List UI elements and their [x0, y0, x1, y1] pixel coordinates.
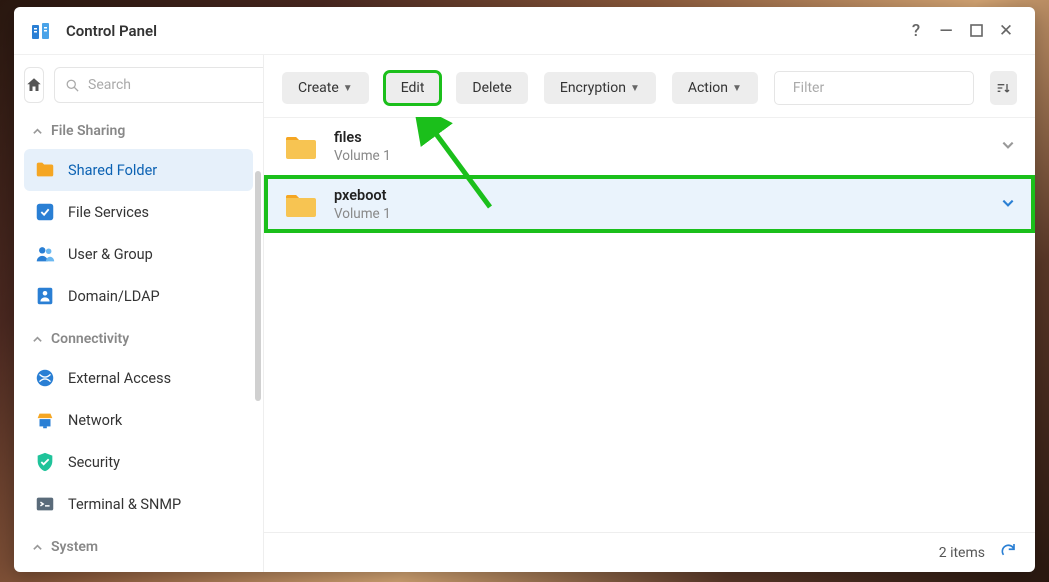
- sidebar-item-file-services[interactable]: File Services: [24, 191, 253, 233]
- sidebar: File Sharing Shared Folder File Services…: [14, 55, 264, 572]
- folder-row[interactable]: pxeboot Volume 1: [264, 175, 1035, 233]
- chevron-down-icon[interactable]: [1001, 138, 1015, 156]
- caret-down-icon: ▼: [343, 83, 353, 94]
- toolbar: Create ▼ Edit Delete Encryption ▼ Action: [264, 55, 1035, 117]
- control-panel-window: Control Panel ? — ✕ File Sharing: [14, 7, 1035, 572]
- item-count: 2 items: [939, 545, 985, 561]
- titlebar: Control Panel ? — ✕: [14, 7, 1035, 55]
- create-button[interactable]: Create ▼: [282, 72, 369, 104]
- sidebar-search[interactable]: [54, 67, 264, 103]
- status-bar: 2 items: [264, 532, 1035, 572]
- section-system[interactable]: System: [24, 525, 253, 565]
- sidebar-item-network[interactable]: Network: [24, 399, 253, 441]
- terminal-icon: [34, 493, 56, 515]
- search-icon: [65, 78, 80, 93]
- refresh-button[interactable]: [999, 541, 1017, 564]
- caret-down-icon: ▼: [630, 83, 640, 94]
- folder-name: pxeboot: [334, 187, 985, 204]
- network-icon: [34, 409, 56, 431]
- sidebar-item-shared-folder[interactable]: Shared Folder: [24, 149, 253, 191]
- caret-down-icon: ▼: [732, 83, 742, 94]
- sidebar-item-domain-ldap[interactable]: Domain/LDAP: [24, 275, 253, 317]
- sidebar-item-label: Terminal & SNMP: [68, 496, 181, 513]
- window-title: Control Panel: [66, 22, 901, 40]
- action-button[interactable]: Action ▼: [672, 72, 758, 104]
- home-icon: [25, 76, 43, 94]
- sidebar-item-label: File Services: [68, 204, 149, 221]
- folder-list: files Volume 1 pxeboot Volume 1: [264, 117, 1035, 532]
- section-file-sharing[interactable]: File Sharing: [24, 109, 253, 149]
- shared-folder-icon: [34, 159, 56, 181]
- chevron-down-icon[interactable]: [1001, 196, 1015, 214]
- shield-icon: [34, 451, 56, 473]
- app-icon: [28, 18, 54, 44]
- sidebar-item-label: Network: [68, 412, 122, 429]
- sidebar-item-terminal-snmp[interactable]: Terminal & SNMP: [24, 483, 253, 525]
- close-button[interactable]: ✕: [991, 16, 1021, 46]
- folder-row[interactable]: files Volume 1: [264, 117, 1035, 175]
- section-connectivity[interactable]: Connectivity: [24, 317, 253, 357]
- encryption-button[interactable]: Encryption ▼: [544, 72, 656, 104]
- refresh-icon: [999, 541, 1017, 559]
- chevron-up-icon: [32, 334, 43, 345]
- filter-box[interactable]: [774, 71, 974, 105]
- sidebar-item-label: Shared Folder: [68, 162, 157, 179]
- main-panel: Create ▼ Edit Delete Encryption ▼ Action: [264, 55, 1035, 572]
- sidebar-item-external-access[interactable]: External Access: [24, 357, 253, 399]
- chevron-up-icon: [32, 542, 43, 553]
- sidebar-item-label: User & Group: [68, 246, 153, 263]
- maximize-button[interactable]: [961, 16, 991, 46]
- folder-icon: [284, 133, 318, 161]
- sidebar-search-input[interactable]: [88, 77, 264, 93]
- sidebar-item-security[interactable]: Security: [24, 441, 253, 483]
- folder-name: files: [334, 129, 985, 146]
- edit-button[interactable]: Edit: [385, 72, 441, 104]
- external-access-icon: [34, 367, 56, 389]
- delete-button[interactable]: Delete: [456, 72, 527, 104]
- chevron-up-icon: [32, 126, 43, 137]
- user-group-icon: [34, 243, 56, 265]
- sidebar-item-label: Security: [68, 454, 120, 471]
- sidebar-item-user-group[interactable]: User & Group: [24, 233, 253, 275]
- help-button[interactable]: ?: [901, 16, 931, 46]
- sort-button[interactable]: [990, 71, 1017, 105]
- sidebar-item-label: Domain/LDAP: [68, 288, 160, 305]
- home-button[interactable]: [24, 67, 44, 103]
- minimize-button[interactable]: —: [931, 16, 961, 46]
- folder-icon: [284, 191, 318, 219]
- filter-input[interactable]: [793, 80, 971, 96]
- sidebar-item-label: External Access: [68, 370, 171, 387]
- sort-icon: [995, 80, 1011, 96]
- sidebar-scrollbar[interactable]: [255, 171, 261, 401]
- folder-volume: Volume 1: [334, 206, 985, 222]
- domain-ldap-icon: [34, 285, 56, 307]
- file-services-icon: [34, 201, 56, 223]
- folder-volume: Volume 1: [334, 148, 985, 164]
